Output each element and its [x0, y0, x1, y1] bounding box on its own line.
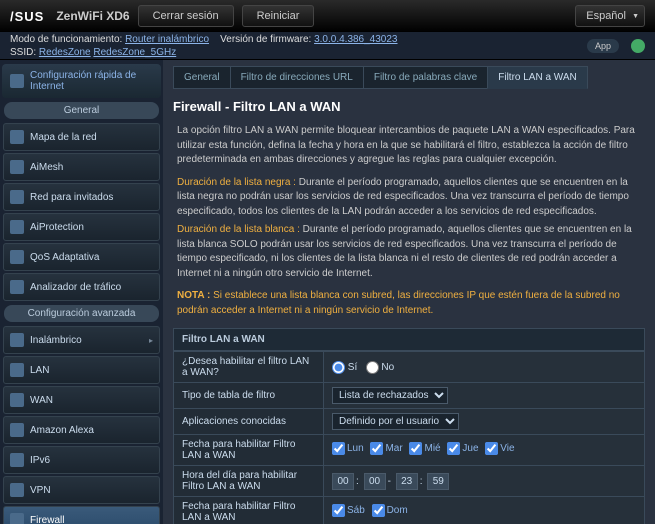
- sidebar-item-vpn[interactable]: VPN: [3, 476, 160, 504]
- sidebar-item-firewall[interactable]: Firewall: [3, 506, 160, 524]
- day-fri[interactable]: Vie: [485, 442, 514, 455]
- sidebar-item-quick-setup[interactable]: Configuración rápida de Internet: [2, 64, 161, 98]
- tab-bar: General Filtro de direcciones URL Filtro…: [173, 66, 645, 89]
- mode-label: Modo de funcionamiento:: [10, 34, 122, 45]
- nav-label: AiProtection: [30, 222, 84, 233]
- vpn-icon: [10, 483, 24, 497]
- intro-text: La opción filtro LAN a WAN permite bloqu…: [173, 124, 645, 176]
- sidebar-item-alexa[interactable]: Amazon Alexa: [3, 416, 160, 444]
- alexa-icon: [10, 423, 24, 437]
- t1-h1[interactable]: [332, 473, 354, 490]
- sidebar-header-advanced: Configuración avanzada: [4, 305, 159, 322]
- day-thu[interactable]: Jue: [447, 442, 478, 455]
- chart-icon: [10, 280, 24, 294]
- sidebar-item-network-map[interactable]: Mapa de la red: [3, 123, 160, 151]
- day-mon[interactable]: Lun: [332, 442, 364, 455]
- brand-logo: /SUS: [10, 9, 44, 24]
- lan-icon: [10, 363, 24, 377]
- time1-label: Hora del día para habilitar Filtro LAN a…: [174, 466, 324, 497]
- fw-label: Versión de firmware:: [220, 34, 311, 45]
- tab-keyword-filter[interactable]: Filtro de palabras clave: [363, 66, 488, 89]
- day-tue[interactable]: Mar: [370, 442, 402, 455]
- qos-icon: [10, 250, 24, 264]
- sidebar-item-guest[interactable]: Red para invitados: [3, 183, 160, 211]
- filter-block-header: Filtro LAN a WAN: [173, 328, 645, 351]
- apps-select[interactable]: Definido por el usuario: [332, 413, 459, 430]
- enable-no[interactable]: No: [366, 362, 395, 373]
- quick-label: Configuración rápida de Internet: [30, 70, 153, 92]
- tabletype-select[interactable]: Lista de rechazados: [332, 387, 448, 404]
- fw-link[interactable]: 3.0.0.4.386_43023: [314, 34, 397, 45]
- sidebar-item-qos[interactable]: QoS Adaptativa: [3, 243, 160, 271]
- firewall-icon: [10, 513, 24, 524]
- tabletype-label: Tipo de tabla de filtro: [174, 383, 324, 409]
- date1-label: Fecha para habilitar Filtro LAN a WAN: [174, 435, 324, 466]
- sidebar-header-general: General: [4, 102, 159, 119]
- nav-label: Inalámbrico: [30, 335, 82, 346]
- tab-url-filter[interactable]: Filtro de direcciones URL: [230, 66, 364, 89]
- sidebar-item-lan[interactable]: LAN: [3, 356, 160, 384]
- reboot-button[interactable]: Reiniciar: [242, 5, 315, 27]
- ssid-label: SSID:: [10, 47, 36, 58]
- ssid1-link[interactable]: RedesZone: [39, 47, 91, 58]
- filter-form: ¿Desea habilitar el filtro LAN a WAN? Sí…: [173, 351, 645, 524]
- wifi-icon: [10, 333, 24, 347]
- sidebar-item-aimesh[interactable]: AiMesh: [3, 153, 160, 181]
- app-pill[interactable]: App: [587, 39, 619, 53]
- model-name: ZenWiFi XD6: [56, 9, 129, 23]
- nav-label: Red para invitados: [30, 192, 113, 203]
- nav-label: Analizador de tráfico: [30, 282, 121, 293]
- logout-button[interactable]: Cerrar sesión: [138, 5, 234, 27]
- sidebar-item-ipv6[interactable]: IPv6: [3, 446, 160, 474]
- wan-icon: [10, 393, 24, 407]
- shield-icon: [10, 220, 24, 234]
- nav-label: Mapa de la red: [30, 132, 97, 143]
- globe-icon[interactable]: [631, 39, 645, 53]
- tab-lan-wan-filter[interactable]: Filtro LAN a WAN: [487, 66, 588, 89]
- apps-label: Aplicaciones conocidas: [174, 409, 324, 435]
- t1-m2[interactable]: [427, 473, 449, 490]
- guest-icon: [10, 190, 24, 204]
- nav-label: QoS Adaptativa: [30, 252, 100, 263]
- t1-m1[interactable]: [364, 473, 386, 490]
- days1-cell: Lun Mar Mié Jue Vie: [324, 435, 645, 466]
- day-sat[interactable]: Sáb: [332, 504, 365, 517]
- top-bar: /SUS ZenWiFi XD6 Cerrar sesión Reiniciar…: [0, 0, 655, 32]
- nav-label: AiMesh: [30, 162, 63, 173]
- t1-h2[interactable]: [396, 473, 418, 490]
- sidebar-item-wan[interactable]: WAN: [3, 386, 160, 414]
- nav-label: WAN: [30, 395, 53, 406]
- nav-label: VPN: [30, 485, 51, 496]
- whitelist-text: Duración de la lista blanca : Durante el…: [173, 223, 645, 285]
- tab-general[interactable]: General: [173, 66, 231, 89]
- day-wed[interactable]: Mié: [409, 442, 440, 455]
- sidebar: Configuración rápida de Internet General…: [0, 60, 163, 524]
- language-select[interactable]: Español: [575, 5, 645, 27]
- page-title: Firewall - Filtro LAN a WAN: [173, 91, 645, 124]
- date2-label: Fecha para habilitar Filtro LAN a WAN: [174, 497, 324, 524]
- enable-yes[interactable]: Sí: [332, 362, 357, 373]
- nav-label: Amazon Alexa: [30, 425, 94, 436]
- sidebar-item-traffic[interactable]: Analizador de tráfico: [3, 273, 160, 301]
- blacklist-text: Duración de la lista negra : Durante el …: [173, 176, 645, 224]
- ssid2-link[interactable]: RedesZone_5GHz: [93, 47, 176, 58]
- wizard-icon: [10, 74, 24, 88]
- info-bar: Modo de funcionamiento: Router inalámbri…: [0, 32, 655, 60]
- map-icon: [10, 130, 24, 144]
- chevron-right-icon: ▸: [149, 336, 153, 345]
- nav-label: IPv6: [30, 455, 50, 466]
- note-text: NOTA : Si establece una lista blanca con…: [173, 285, 645, 322]
- ipv6-icon: [10, 453, 24, 467]
- sidebar-item-aiprotection[interactable]: AiProtection: [3, 213, 160, 241]
- nav-label: LAN: [30, 365, 49, 376]
- enable-label: ¿Desea habilitar el filtro LAN a WAN?: [174, 352, 324, 383]
- mesh-icon: [10, 160, 24, 174]
- sidebar-item-wireless[interactable]: Inalámbrico ▸: [3, 326, 160, 354]
- main-content: General Filtro de direcciones URL Filtro…: [163, 60, 655, 524]
- nav-label: Firewall: [30, 515, 64, 524]
- day-sun[interactable]: Dom: [372, 504, 408, 517]
- mode-link[interactable]: Router inalámbrico: [125, 34, 209, 45]
